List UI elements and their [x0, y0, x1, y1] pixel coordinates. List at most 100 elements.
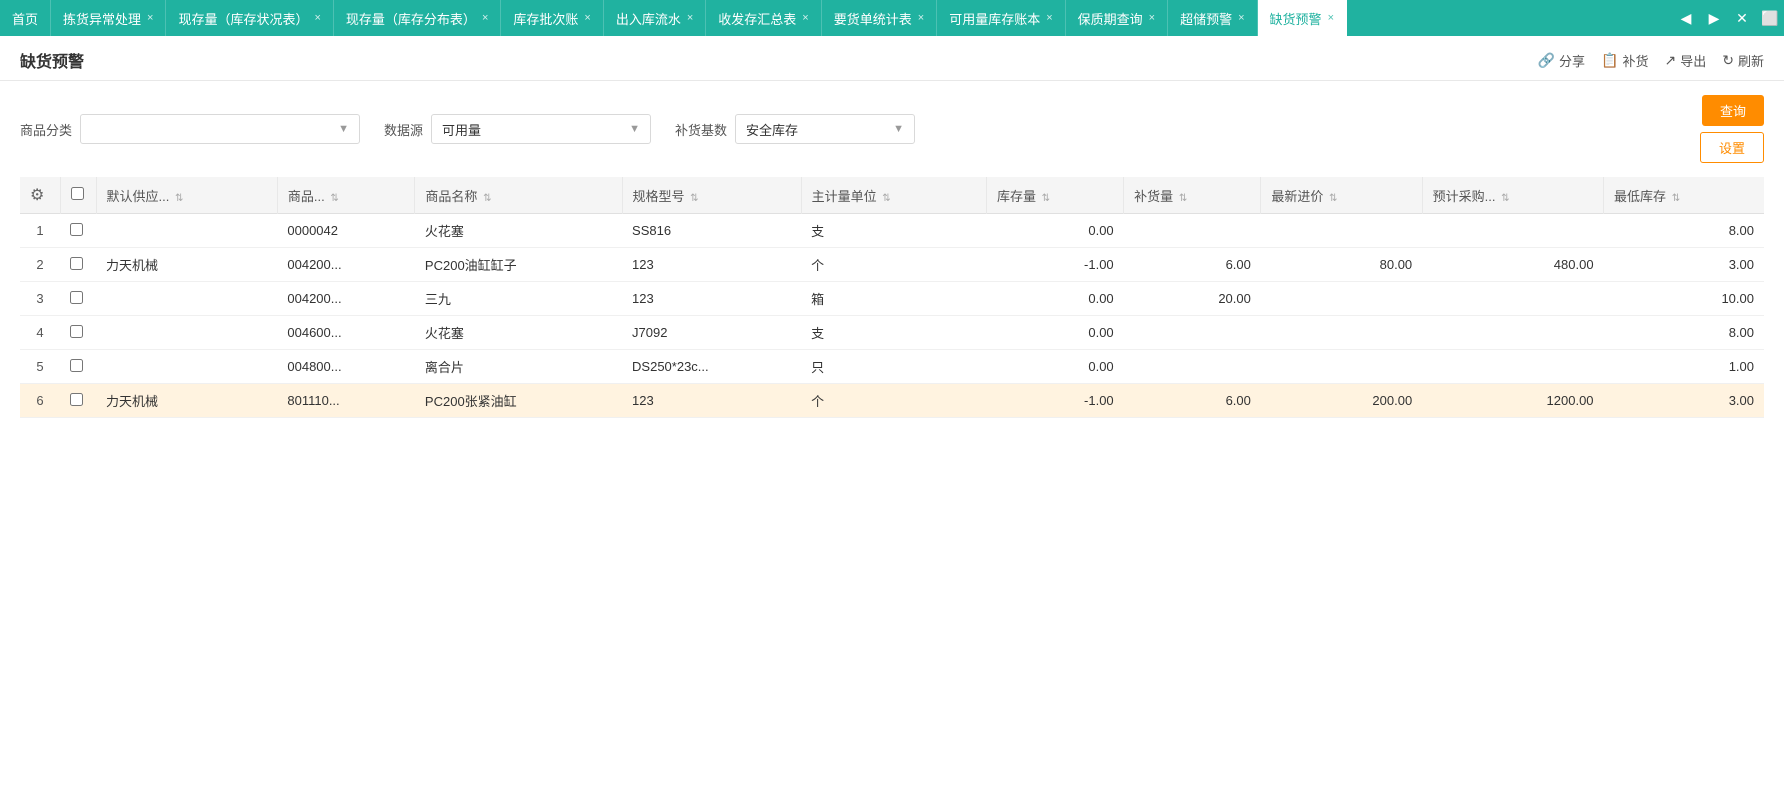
table-row: 1 0000042 火花塞 SS816 支 0.00 8.00: [20, 214, 1764, 248]
tab-next-button[interactable]: ▶: [1700, 0, 1728, 36]
close-icon[interactable]: ×: [1046, 12, 1052, 24]
row-number: 1: [20, 214, 60, 248]
row-number: 3: [20, 282, 60, 316]
row-checkbox-cell[interactable]: [60, 350, 96, 384]
col-estimated-purchase[interactable]: 预计采购... ⇅: [1422, 177, 1603, 214]
close-icon[interactable]: ×: [584, 12, 590, 24]
close-icon[interactable]: ×: [147, 12, 153, 24]
row-checkbox[interactable]: [70, 325, 83, 338]
row-default-supplier: [96, 282, 277, 316]
row-replenish-qty: 20.00: [1124, 282, 1261, 316]
tab-expiry[interactable]: 保质期查询 ×: [1066, 0, 1168, 36]
tab-inventory-status[interactable]: 现存量（库存状况表） ×: [166, 0, 333, 36]
export-button[interactable]: ↗ 导出: [1665, 51, 1707, 70]
close-icon[interactable]: ×: [687, 12, 693, 24]
row-min-stock: 10.00: [1604, 282, 1764, 316]
row-min-stock: 8.00: [1604, 214, 1764, 248]
row-checkbox-cell[interactable]: [60, 384, 96, 418]
col-stock[interactable]: 库存量 ⇅: [986, 177, 1123, 214]
replenish-basis-filter-group: 补货基数 安全库存 ▼: [675, 114, 915, 144]
col-settings[interactable]: ⚙: [20, 177, 60, 214]
query-button[interactable]: 查询: [1702, 95, 1764, 126]
col-latest-price[interactable]: 最新进价 ⇅: [1261, 177, 1422, 214]
tab-batch[interactable]: 库存批次账 ×: [501, 0, 603, 36]
row-checkbox-cell[interactable]: [60, 316, 96, 350]
row-checkbox-cell[interactable]: [60, 282, 96, 316]
tab-picking[interactable]: 拣货异常处理 ×: [51, 0, 166, 36]
page-header: 缺货预警 🔗 分享 📋 补货 ↗ 导出 ↻ 刷新: [0, 36, 1784, 81]
tab-maximize-button[interactable]: ⬜: [1756, 0, 1784, 36]
row-stock: 0.00: [986, 282, 1123, 316]
tab-close-all-button[interactable]: ✕: [1728, 0, 1756, 36]
col-default-supplier[interactable]: 默认供应... ⇅: [96, 177, 277, 214]
row-checkbox[interactable]: [70, 257, 83, 270]
row-min-stock: 1.00: [1604, 350, 1764, 384]
select-all-checkbox[interactable]: [71, 187, 84, 200]
share-button[interactable]: 🔗 分享: [1538, 51, 1585, 70]
close-icon[interactable]: ×: [1149, 12, 1155, 24]
sort-icon: ⇅: [1042, 193, 1050, 204]
row-min-stock: 8.00: [1604, 316, 1764, 350]
sort-icon: ⇅: [1501, 193, 1509, 204]
settings-button[interactable]: 设置: [1700, 132, 1764, 163]
refresh-icon: ↻: [1722, 52, 1734, 69]
row-estimated-purchase: 1200.00: [1422, 384, 1603, 418]
tab-demand[interactable]: 要货单统计表 ×: [822, 0, 937, 36]
close-icon[interactable]: ×: [1328, 12, 1334, 24]
gear-icon[interactable]: ⚙: [30, 187, 44, 204]
tab-flow[interactable]: 出入库流水 ×: [604, 0, 706, 36]
close-icon[interactable]: ×: [918, 12, 924, 24]
col-unit[interactable]: 主计量单位 ⇅: [801, 177, 986, 214]
sort-icon: ⇅: [1672, 193, 1680, 204]
refresh-button[interactable]: ↻ 刷新: [1722, 51, 1764, 70]
row-default-supplier: 力天机械: [96, 248, 277, 282]
replenish-button[interactable]: 📋 补货: [1601, 51, 1648, 70]
row-replenish-qty: [1124, 316, 1261, 350]
datasource-select[interactable]: 可用量 ▼: [431, 114, 651, 144]
row-estimated-purchase: [1422, 214, 1603, 248]
row-product-name: 离合片: [415, 350, 622, 384]
tab-shortage[interactable]: 缺货预警 ×: [1258, 0, 1347, 36]
row-checkbox[interactable]: [70, 291, 83, 304]
row-estimated-purchase: [1422, 350, 1603, 384]
row-number: 4: [20, 316, 60, 350]
row-product-name: 火花塞: [415, 316, 622, 350]
row-spec: 123: [622, 384, 801, 418]
col-product-code[interactable]: 商品... ⇅: [277, 177, 415, 214]
close-icon[interactable]: ×: [1238, 12, 1244, 24]
row-latest-price: [1261, 214, 1422, 248]
tab-inventory-dist[interactable]: 现存量（库存分布表） ×: [334, 0, 501, 36]
replenish-basis-select[interactable]: 安全库存 ▼: [735, 114, 915, 144]
row-replenish-qty: [1124, 214, 1261, 248]
tab-summary[interactable]: 收发存汇总表 ×: [706, 0, 821, 36]
close-icon[interactable]: ×: [802, 12, 808, 24]
datasource-label: 数据源: [384, 120, 423, 139]
row-checkbox-cell[interactable]: [60, 248, 96, 282]
col-spec[interactable]: 规格型号 ⇅: [622, 177, 801, 214]
tab-prev-button[interactable]: ◀: [1672, 0, 1700, 36]
row-checkbox[interactable]: [70, 393, 83, 406]
tab-home[interactable]: 首页: [0, 0, 51, 36]
col-min-stock[interactable]: 最低库存 ⇅: [1604, 177, 1764, 214]
row-checkbox-cell[interactable]: [60, 214, 96, 248]
close-icon[interactable]: ×: [314, 12, 320, 24]
row-product-name: 三九: [415, 282, 622, 316]
datasource-filter-group: 数据源 可用量 ▼: [384, 114, 651, 144]
close-icon[interactable]: ×: [482, 12, 488, 24]
row-estimated-purchase: [1422, 282, 1603, 316]
tab-available[interactable]: 可用量库存账本 ×: [937, 0, 1065, 36]
row-checkbox[interactable]: [70, 223, 83, 236]
tab-overstock[interactable]: 超储预警 ×: [1168, 0, 1257, 36]
row-number: 5: [20, 350, 60, 384]
sort-icon: ⇅: [175, 193, 183, 204]
row-unit: 支: [801, 316, 986, 350]
main-content: 缺货预警 🔗 分享 📋 补货 ↗ 导出 ↻ 刷新 商品分类: [0, 36, 1784, 796]
col-replenish-qty[interactable]: 补货量 ⇅: [1124, 177, 1261, 214]
table-wrapper: ⚙ 默认供应... ⇅ 商品... ⇅ 商品名称 ⇅: [0, 177, 1784, 418]
row-number: 6: [20, 384, 60, 418]
row-estimated-purchase: [1422, 316, 1603, 350]
category-select[interactable]: ▼: [80, 114, 360, 144]
sort-icon: ⇅: [882, 193, 890, 204]
col-product-name[interactable]: 商品名称 ⇅: [415, 177, 622, 214]
row-checkbox[interactable]: [70, 359, 83, 372]
